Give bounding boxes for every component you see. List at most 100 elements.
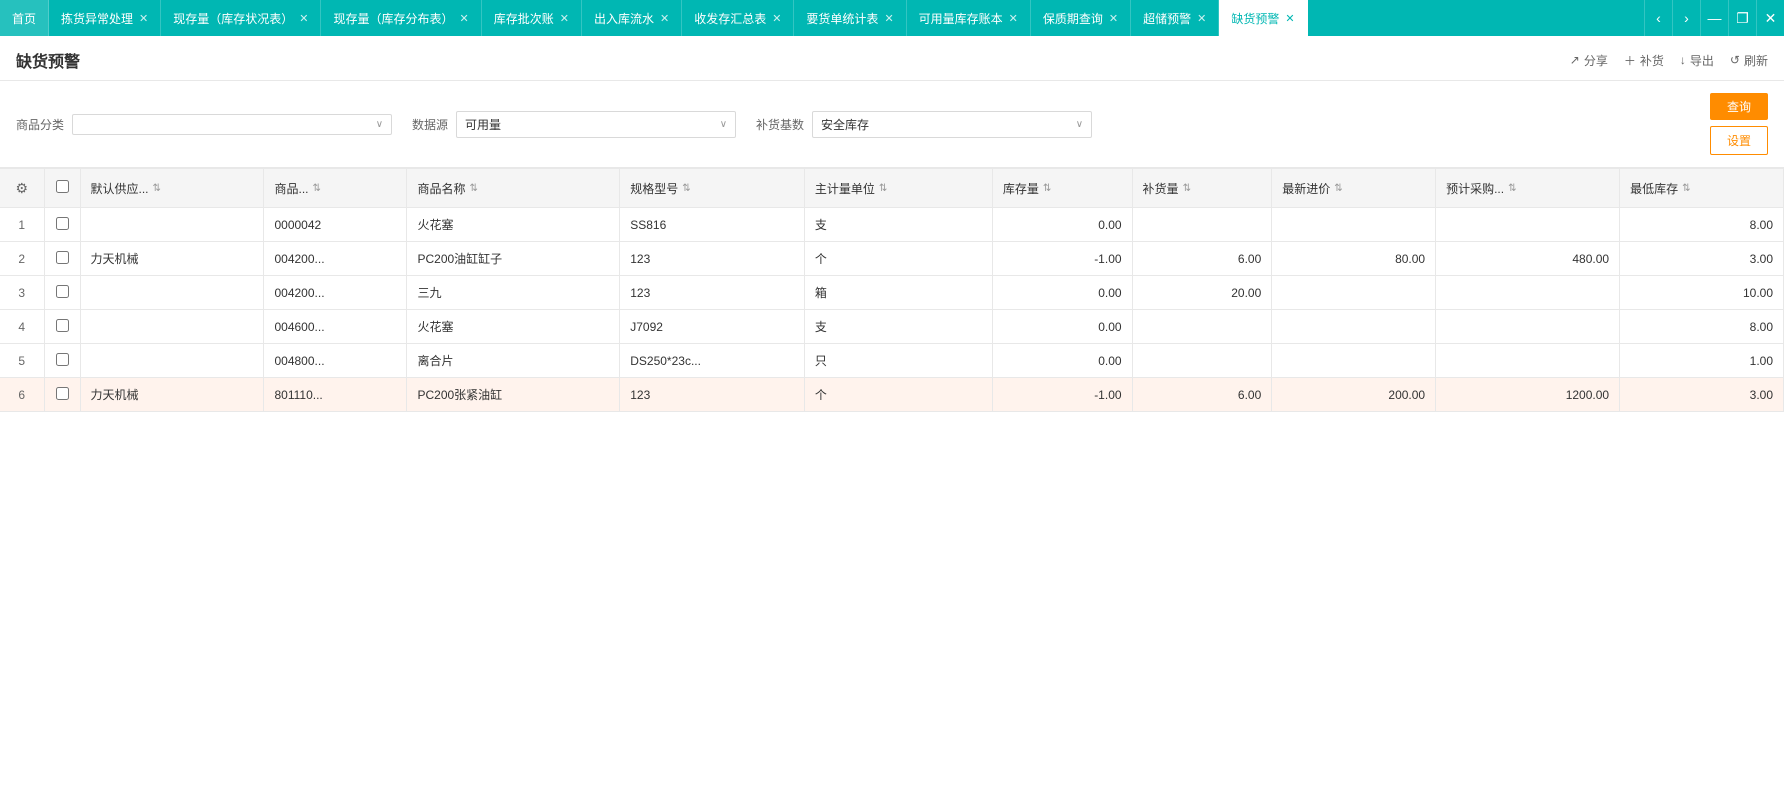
td-code-2: 004200... [264,276,407,310]
td-code-3: 004600... [264,310,407,344]
sort-supplement-icon[interactable]: ⇅ [1183,183,1191,194]
td-latest-price-2 [1272,276,1436,310]
tab-close-2[interactable]: ✕ [299,12,308,25]
tab-home[interactable]: 首页 [0,0,49,36]
table-row: 2 力天机械 004200... PC200油缸缸子 123 个 -1.00 6… [0,242,1784,276]
select-all-checkbox[interactable] [56,180,69,193]
export-button[interactable]: ↓ 导出 [1680,52,1714,69]
tab-11-active[interactable]: 缺货预警 ✕ [1219,0,1307,36]
tab-5[interactable]: 出入库流水 ✕ [582,0,682,36]
tab-4[interactable]: 库存批次账 ✕ [482,0,582,36]
sort-latest-price-icon[interactable]: ⇅ [1334,183,1342,194]
td-supplement-5: 6.00 [1132,378,1272,412]
share-icon: ↗ [1570,53,1580,67]
td-check-2 [44,276,80,310]
row-checkbox-1[interactable] [56,251,69,264]
tab-10[interactable]: 超储预警 ✕ [1131,0,1219,36]
window-restore-btn[interactable]: ❐ [1728,0,1756,36]
td-settings-0: 1 [0,208,44,242]
th-settings: ⚙ [0,169,44,208]
tab-7[interactable]: 要货单统计表 ✕ [794,0,906,36]
td-supplement-3 [1132,310,1272,344]
tab-1[interactable]: 拣货异常处理 ✕ [49,0,161,36]
sort-unit-icon[interactable]: ⇅ [879,183,887,194]
refresh-button[interactable]: ↺ 刷新 [1730,52,1768,69]
td-unit-1: 个 [804,242,992,276]
sort-supplier-icon[interactable]: ⇅ [153,183,161,194]
supplement-select[interactable]: 安全库存 ∨ [812,111,1092,138]
datasource-select[interactable]: 可用量 ∨ [456,111,736,138]
sort-code-icon[interactable]: ⇅ [313,183,321,194]
tab-close-11[interactable]: ✕ [1285,12,1294,25]
th-supplement: 补货量 ⇅ [1132,169,1272,208]
refresh-icon: ↺ [1730,53,1740,67]
td-supplier-4 [80,344,264,378]
sort-stock-icon[interactable]: ⇅ [1043,183,1051,194]
tab-close-7[interactable]: ✕ [884,12,893,25]
tab-close-10[interactable]: ✕ [1197,12,1206,25]
sort-min-stock-icon[interactable]: ⇅ [1682,183,1690,194]
td-stock-0: 0.00 [992,208,1132,242]
td-code-0: 0000042 [264,208,407,242]
query-button[interactable]: 查询 [1710,93,1768,120]
supplement-label: 补货 [1640,52,1664,69]
row-checkbox-3[interactable] [56,319,69,332]
tab-close-8[interactable]: ✕ [1009,12,1018,25]
action-buttons: 查询 设置 [1710,93,1768,155]
export-icon: ↓ [1680,53,1686,67]
tab-close-3[interactable]: ✕ [460,12,469,25]
td-est-purchase-4 [1436,344,1620,378]
tab-6[interactable]: 收发存汇总表 ✕ [682,0,794,36]
td-est-purchase-5: 1200.00 [1436,378,1620,412]
sort-spec-icon[interactable]: ⇅ [682,183,690,194]
th-stock: 库存量 ⇅ [992,169,1132,208]
td-unit-4: 只 [804,344,992,378]
td-code-5: 801110... [264,378,407,412]
category-select[interactable]: ∨ [72,114,392,135]
tab-2[interactable]: 现存量（库存状况表） ✕ [161,0,321,36]
row-checkbox-4[interactable] [56,353,69,366]
row-checkbox-2[interactable] [56,285,69,298]
row-checkbox-5[interactable] [56,387,69,400]
td-unit-3: 支 [804,310,992,344]
column-settings-icon[interactable]: ⚙ [11,177,33,199]
refresh-label: 刷新 [1744,52,1768,69]
tab-close-5[interactable]: ✕ [660,12,669,25]
td-est-purchase-0 [1436,208,1620,242]
tab-3[interactable]: 现存量（库存分布表） ✕ [321,0,481,36]
sort-est-purchase-icon[interactable]: ⇅ [1508,183,1516,194]
tab-close-4[interactable]: ✕ [560,12,569,25]
tab-close-6[interactable]: ✕ [772,12,781,25]
td-spec-2: 123 [620,276,805,310]
td-latest-price-1: 80.00 [1272,242,1436,276]
td-supplement-4 [1132,344,1272,378]
tab-9[interactable]: 保质期查询 ✕ [1031,0,1131,36]
th-latest-price: 最新进价 ⇅ [1272,169,1436,208]
page-header: 缺货预警 ↗ 分享 ＋ 补货 ↓ 导出 ↺ 刷新 [0,36,1784,81]
tab-close-9[interactable]: ✕ [1109,12,1118,25]
window-close-btn[interactable]: ✕ [1756,0,1784,36]
td-spec-5: 123 [620,378,805,412]
td-supplier-0 [80,208,264,242]
window-minimize-btn[interactable]: — [1700,0,1728,36]
td-min-stock-1: 3.00 [1620,242,1784,276]
share-button[interactable]: ↗ 分享 [1570,52,1608,69]
tab-close-1[interactable]: ✕ [139,12,148,25]
sort-name-icon[interactable]: ⇅ [470,183,478,194]
tab-next-btn[interactable]: › [1672,0,1700,36]
supplement-value: 安全库存 [821,116,869,133]
table-row: 6 力天机械 801110... PC200张紧油缸 123 个 -1.00 6… [0,378,1784,412]
td-unit-5: 个 [804,378,992,412]
td-name-4: 离合片 [407,344,620,378]
tab-prev-btn[interactable]: ‹ [1644,0,1672,36]
row-checkbox-0[interactable] [56,217,69,230]
tab-8[interactable]: 可用量库存账本 ✕ [907,0,1031,36]
page-title: 缺货预警 [16,48,1570,72]
td-latest-price-0 [1272,208,1436,242]
settings-button[interactable]: 设置 [1710,126,1768,155]
td-min-stock-4: 1.00 [1620,344,1784,378]
td-spec-0: SS816 [620,208,805,242]
td-name-3: 火花塞 [407,310,620,344]
td-latest-price-4 [1272,344,1436,378]
supplement-button[interactable]: ＋ 补货 [1624,52,1664,69]
